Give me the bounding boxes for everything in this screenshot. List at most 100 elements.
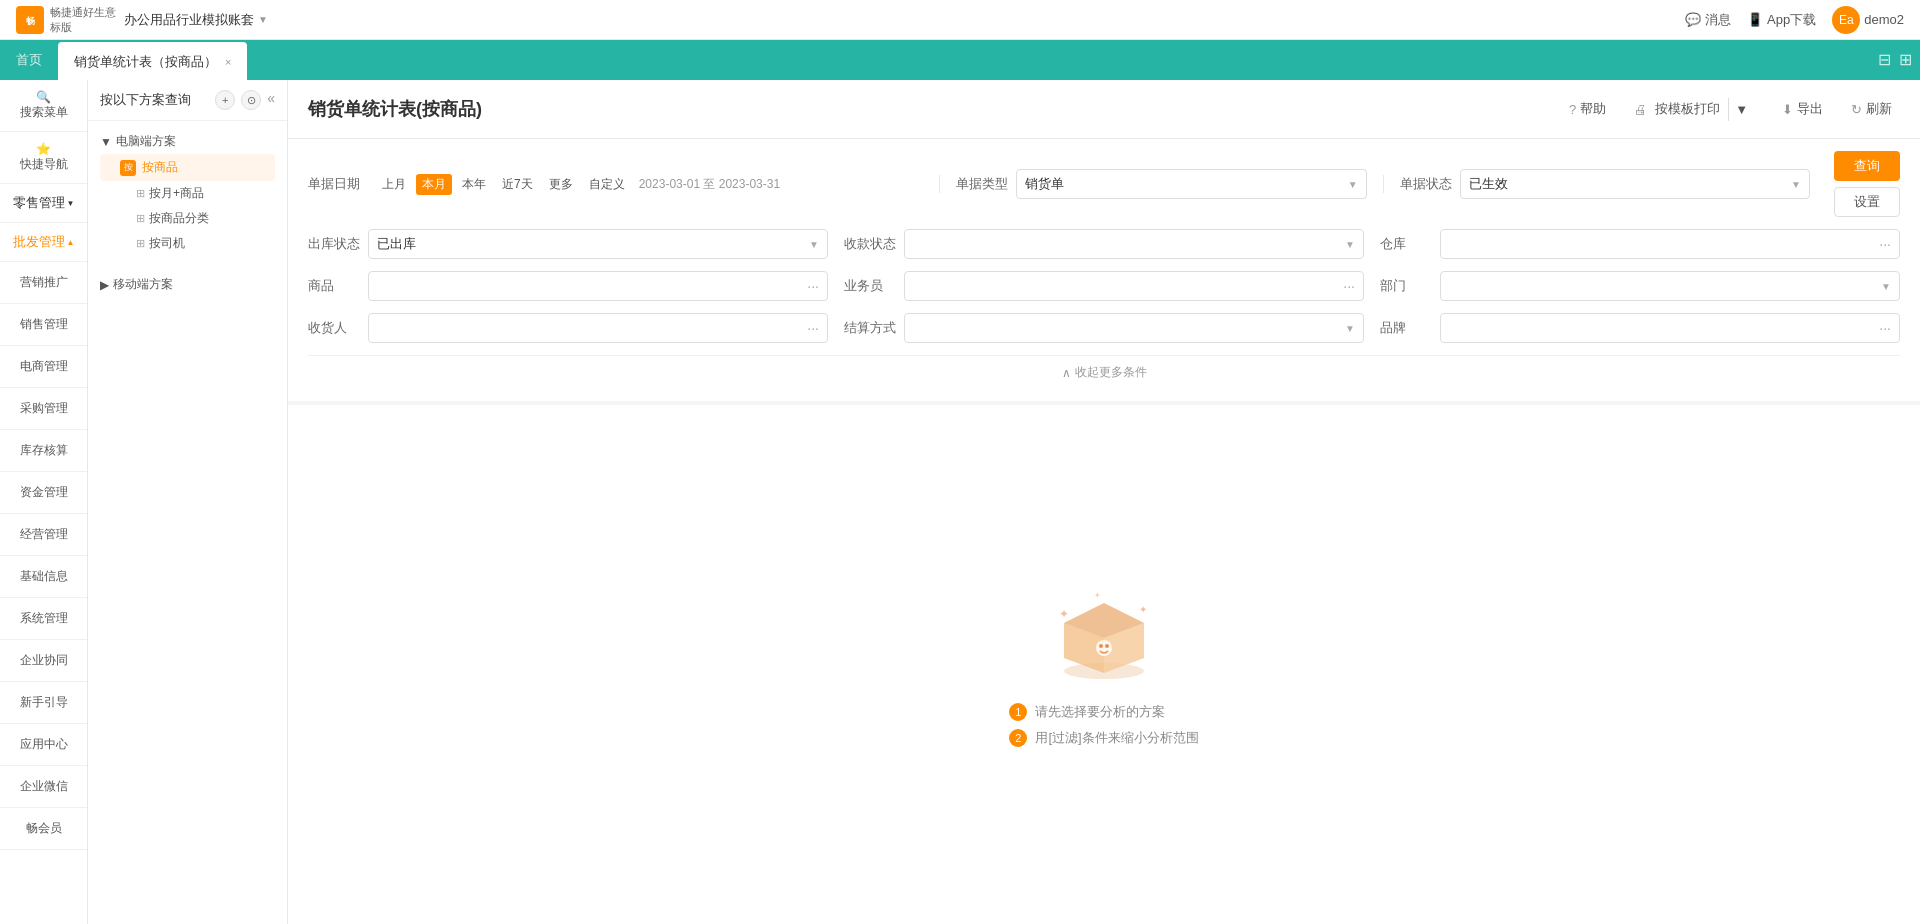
brand-control[interactable]: ··· bbox=[1440, 313, 1900, 343]
dept-label: 部门 bbox=[1380, 277, 1440, 295]
filter-collapse-btn[interactable]: « bbox=[267, 90, 275, 110]
sidebar-item-basic[interactable]: 基础信息 bbox=[0, 556, 87, 598]
date-quick-btns: 上月 本月 本年 近7天 更多 自定义 bbox=[376, 174, 631, 195]
sidebar-nav-label: 快捷导航 bbox=[8, 156, 79, 173]
sidebar-item-sales[interactable]: 销售管理 bbox=[0, 304, 87, 346]
collapse-arrow: ∧ bbox=[1062, 366, 1071, 380]
empty-state: ✦ ✦ ✦ 1 请先选择要分析的方案 2 用[过滤]条件来缩小分析范围 bbox=[288, 405, 1920, 924]
svg-text:畅: 畅 bbox=[26, 16, 35, 26]
sidebar-item-member[interactable]: 畅会员 bbox=[0, 808, 87, 850]
salesman-control[interactable]: ··· bbox=[904, 271, 1364, 301]
filter-settings-btn[interactable]: ⊙ bbox=[241, 90, 261, 110]
sidebar-nav[interactable]: ⭐ 快捷导航 bbox=[0, 132, 87, 184]
stock-status-value: 已出库 bbox=[377, 235, 809, 253]
sidebar-item-wholesale[interactable]: 批发管理 ▲ bbox=[0, 223, 87, 262]
message-btn[interactable]: 💬 消息 bbox=[1685, 11, 1731, 29]
dept-control[interactable]: ▼ bbox=[1440, 271, 1900, 301]
export-icon: ⬇ bbox=[1782, 102, 1793, 117]
sidebar-item-inventory[interactable]: 库存核算 bbox=[0, 430, 87, 472]
filter-group-desktop-arrow: ▼ bbox=[100, 135, 112, 149]
date-field: 单据日期 上月 本月 本年 近7天 更多 自定义 2023-03-01 至 20… bbox=[308, 174, 923, 195]
query-btn[interactable]: 查询 bbox=[1834, 151, 1900, 181]
right-actions: 查询 设置 bbox=[1834, 151, 1900, 217]
sidebar-item-guide[interactable]: 新手引导 bbox=[0, 682, 87, 724]
main-layout: 🔍 搜索菜单 ⭐ 快捷导航 零售管理 ▼ 批发管理 ▲ 营销推广 销售管理 电商… bbox=[0, 80, 1920, 924]
date-btn-this-month[interactable]: 本月 bbox=[416, 174, 452, 195]
receiver-control[interactable]: ··· bbox=[368, 313, 828, 343]
sidebar-item-collab[interactable]: 企业协同 bbox=[0, 640, 87, 682]
brand-dots[interactable]: ··· bbox=[1879, 320, 1891, 336]
sidebar-item-system[interactable]: 系统管理 bbox=[0, 598, 87, 640]
sidebar-search-label: 搜索菜单 bbox=[8, 104, 79, 121]
goods-label: 商品 bbox=[308, 277, 368, 295]
filter-sub-item-driver[interactable]: ⊞ 按司机 bbox=[100, 231, 275, 256]
svg-point-9 bbox=[1105, 644, 1109, 648]
tab-home[interactable]: 首页 bbox=[0, 40, 58, 80]
refresh-btn[interactable]: ↻ 刷新 bbox=[1843, 96, 1900, 122]
payment-status-arrow: ▼ bbox=[1345, 239, 1355, 250]
sidebar-item-retail[interactable]: 零售管理 ▼ bbox=[0, 184, 87, 223]
filter-add-btn[interactable]: + bbox=[215, 90, 235, 110]
payment-status-control[interactable]: ▼ bbox=[904, 229, 1364, 259]
filter-panel-header-actions: + ⊙ « bbox=[215, 90, 275, 110]
print-arrow[interactable]: ▼ bbox=[1728, 98, 1754, 121]
order-status-label: 单据状态 bbox=[1400, 175, 1460, 193]
sidebar-search[interactable]: 🔍 搜索菜单 bbox=[0, 80, 87, 132]
page-actions: ? 帮助 🖨 按模板打印 ▼ ⬇ 导出 ↻ 刷新 bbox=[1561, 92, 1900, 126]
top-header: 畅 畅捷通好生意 标版 办公用品行业模拟账套 ▼ 💬 消息 📱 App下载 Ea… bbox=[0, 0, 1920, 40]
warehouse-control[interactable]: ··· bbox=[1440, 229, 1900, 259]
order-type-label: 单据类型 bbox=[956, 175, 1016, 193]
date-btn-last-month[interactable]: 上月 bbox=[376, 174, 412, 195]
print-btn[interactable]: 🖨 按模板打印 ▼ bbox=[1626, 92, 1762, 126]
export-btn[interactable]: ⬇ 导出 bbox=[1774, 96, 1831, 122]
app-download-btn[interactable]: 📱 App下载 bbox=[1747, 11, 1816, 29]
filter-sub-item-month-goods[interactable]: ⊞ 按月+商品 bbox=[100, 181, 275, 206]
date-btn-custom[interactable]: 自定义 bbox=[583, 174, 631, 195]
collapse-bar[interactable]: ∧ 收起更多条件 bbox=[308, 355, 1900, 389]
goods-field: 商品 ··· bbox=[308, 271, 828, 301]
salesman-dots[interactable]: ··· bbox=[1343, 278, 1355, 294]
page-title: 销货单统计表(按商品) bbox=[308, 97, 482, 121]
goods-control[interactable]: ··· bbox=[368, 271, 828, 301]
order-type-control[interactable]: 销货单 ▼ bbox=[1016, 169, 1366, 199]
sidebar: 🔍 搜索菜单 ⭐ 快捷导航 零售管理 ▼ 批发管理 ▲ 营销推广 销售管理 电商… bbox=[0, 80, 88, 924]
settings-btn[interactable]: 设置 bbox=[1834, 187, 1900, 217]
sidebar-item-ops[interactable]: 经营管理 bbox=[0, 514, 87, 556]
filter-group-mobile-header[interactable]: ▶ 移动端方案 bbox=[100, 272, 275, 297]
date-btn-7days[interactable]: 近7天 bbox=[496, 174, 539, 195]
filter-sub-item-goods-cat[interactable]: ⊞ 按商品分类 bbox=[100, 206, 275, 231]
sidebar-item-marketing[interactable]: 营销推广 bbox=[0, 262, 87, 304]
filter-group-desktop: ▼ 电脑端方案 按 按商品 ⊞ 按月+商品 ⊞ 按商品分类 bbox=[88, 121, 287, 264]
user-area[interactable]: Ea demo2 bbox=[1832, 6, 1904, 34]
date-btn-this-year[interactable]: 本年 bbox=[456, 174, 492, 195]
sidebar-item-finance[interactable]: 资金管理 bbox=[0, 472, 87, 514]
sidebar-item-apps[interactable]: 应用中心 bbox=[0, 724, 87, 766]
date-label: 单据日期 bbox=[308, 175, 368, 193]
page-header: 销货单统计表(按商品) ? 帮助 🖨 按模板打印 ▼ ⬇ 导出 bbox=[288, 80, 1920, 139]
receiver-dots[interactable]: ··· bbox=[807, 320, 819, 336]
warehouse-dots[interactable]: ··· bbox=[1879, 236, 1891, 252]
date-btn-more[interactable]: 更多 bbox=[543, 174, 579, 195]
sidebar-item-ecom[interactable]: 电商管理 bbox=[0, 346, 87, 388]
help-label: 帮助 bbox=[1580, 100, 1606, 118]
order-status-control[interactable]: 已生效 ▼ bbox=[1460, 169, 1810, 199]
sidebar-wholesale-arrow: ▲ bbox=[67, 238, 75, 247]
stock-status-control[interactable]: 已出库 ▼ bbox=[368, 229, 828, 259]
tab-active[interactable]: 销货单统计表（按商品） × bbox=[58, 42, 247, 82]
tab-maximize-btn[interactable]: ⊞ bbox=[1899, 52, 1912, 68]
sidebar-item-wechat[interactable]: 企业微信 bbox=[0, 766, 87, 808]
brand-field: 品牌 ··· bbox=[1380, 313, 1900, 343]
filter-item-by-goods[interactable]: 按 按商品 bbox=[100, 154, 275, 181]
goods-dots[interactable]: ··· bbox=[807, 278, 819, 294]
filter-group-mobile-label: 移动端方案 bbox=[113, 276, 173, 293]
help-btn[interactable]: ? 帮助 bbox=[1561, 96, 1614, 122]
filter-group-desktop-header[interactable]: ▼ 电脑端方案 bbox=[100, 129, 275, 154]
settlement-control[interactable]: ▼ bbox=[904, 313, 1364, 343]
workspace-selector[interactable]: 办公用品行业模拟账套 ▼ bbox=[124, 11, 268, 29]
tab-close-icon[interactable]: × bbox=[225, 56, 231, 68]
empty-state-image: ✦ ✦ ✦ bbox=[1044, 583, 1164, 683]
sub-item-driver-icon: ⊞ bbox=[136, 237, 145, 250]
sidebar-item-purchase[interactable]: 采购管理 bbox=[0, 388, 87, 430]
receiver-label: 收货人 bbox=[308, 319, 368, 337]
tab-minimize-btn[interactable]: ⊟ bbox=[1878, 52, 1891, 68]
